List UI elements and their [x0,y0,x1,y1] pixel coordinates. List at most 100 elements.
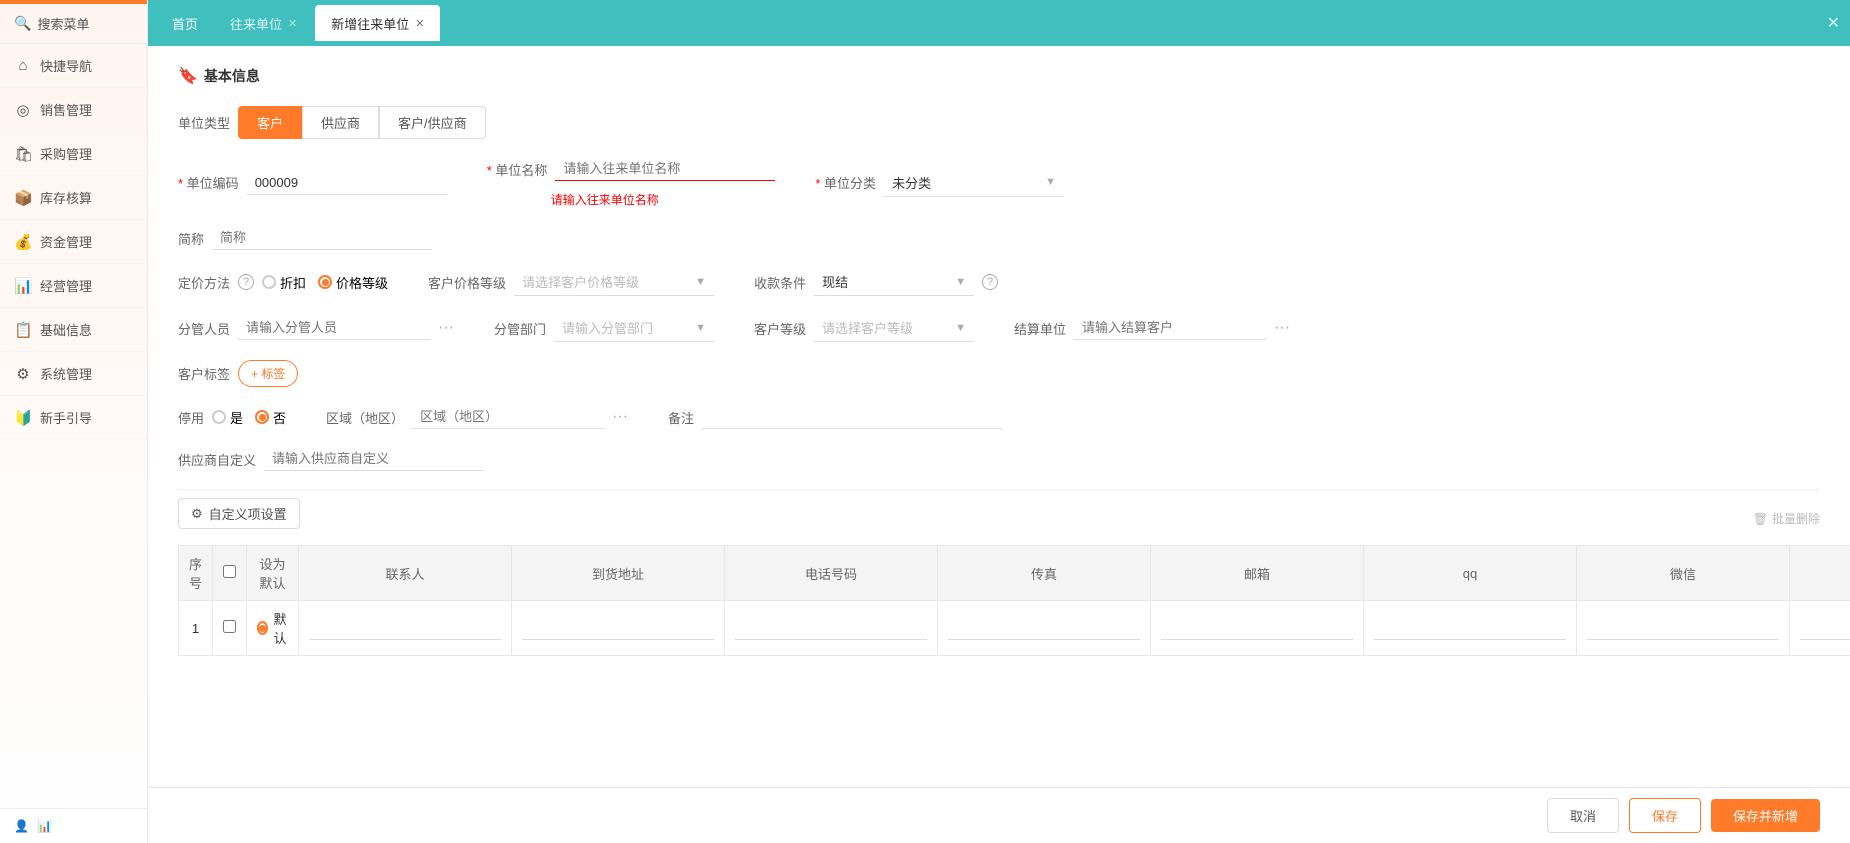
unit-code-input[interactable] [247,171,447,195]
settlement-unit-input[interactable] [1074,316,1266,340]
save-button[interactable]: 保存 [1629,798,1701,833]
manager-row: 分管人员 ··· 分管部门 请输入分管部门 ▼ 客户等级 请选择客户等级 ▼ 结… [178,314,1820,342]
tab-contacts-close[interactable]: ✕ [288,17,297,30]
default-radio-label: 默认 [272,609,288,647]
cell-qq[interactable] [1364,601,1577,656]
short-name-label: 简称 [178,229,204,248]
department-select[interactable]: 请输入分管部门 ▼ [554,314,714,342]
manager-more-btn[interactable]: ··· [438,319,454,337]
sidebar-item-inventory[interactable]: 📦 库存核算 [0,176,147,220]
cell-fax[interactable] [938,601,1151,656]
cell-default: 默认 [247,601,299,656]
radio-discount[interactable]: 折扣 [262,273,306,292]
cell-address[interactable] [512,601,725,656]
payment-terms-item: 收款条件 现结 ▼ ? [754,268,998,296]
wechat-input[interactable] [1587,616,1779,640]
manager-input[interactable] [238,316,430,340]
cell-email[interactable] [1151,601,1364,656]
phone-input[interactable] [735,616,927,640]
tab-new-contact-label: 新增往来单位 [331,14,409,33]
sidebar-label-inventory: 库存核算 [40,188,92,207]
pricing-help-icon[interactable]: ? [238,274,254,290]
sidebar-item-finance[interactable]: 💰 资金管理 [0,220,147,264]
region-input[interactable] [412,405,604,429]
finance-icon: 💰 [14,233,32,251]
th-wechat: 微信 [1577,546,1790,601]
unit-btn-supplier[interactable]: 供应商 [302,106,379,139]
supplier-custom-input[interactable] [264,447,484,471]
cell-contact[interactable] [299,601,512,656]
unit-btn-both[interactable]: 客户/供应商 [379,106,486,139]
customer-price-level-label: 客户价格等级 [428,273,506,292]
short-name-item: 简称 [178,226,432,250]
batch-delete-label: 批量删除 [1772,510,1820,527]
cell-wechat[interactable] [1577,601,1790,656]
fax-input[interactable] [948,616,1140,640]
tab-new-contact[interactable]: 新增往来单位 ✕ [315,5,440,41]
customer-price-level-placeholder: 请选择客户价格等级 [522,272,639,291]
sidebar-item-quick-nav[interactable]: ⌂ 快捷导航 [0,44,147,88]
sidebar-label-quick-nav: 快捷导航 [40,56,92,75]
sidebar-item-newbie[interactable]: 🔰 新手引导 [0,396,147,440]
default-radio-circle [257,621,268,635]
contact-input[interactable] [309,616,501,640]
save-new-button[interactable]: 保存并新增 [1711,799,1820,832]
address-input[interactable] [522,616,714,640]
tab-bar-close[interactable]: ✕ [1827,13,1840,33]
sidebar-item-system[interactable]: ⚙ 系统管理 [0,352,147,396]
cell-phone[interactable] [725,601,938,656]
sidebar-item-operations[interactable]: 📊 经营管理 [0,264,147,308]
th-no: 序号 [179,546,213,601]
sidebar-label-finance: 资金管理 [40,232,92,251]
sidebar-bottom: 👤 📊 [0,808,147,843]
tab-home[interactable]: 首页 [158,14,212,33]
unit-btn-customer[interactable]: 客户 [238,106,302,139]
unit-category-label: 单位分类 [815,173,876,192]
th-checkbox[interactable] [223,565,236,578]
region-more-btn[interactable]: ··· [612,408,628,426]
sidebar-label-basic: 基础信息 [40,320,92,339]
th-check [213,546,247,601]
section-basic-info: 🔖 基本信息 [178,66,1820,86]
radio-no[interactable]: 否 [255,408,286,427]
sidebar-items: ⌂ 快捷导航 ◎ 销售管理 🛍 采购管理 📦 库存核算 💰 资金管理 📊 经营管… [0,44,147,440]
row-checkbox[interactable] [223,620,236,633]
bottom-bar: 取消 保存 保存并新增 [148,787,1850,843]
payment-terms-help-icon[interactable]: ? [982,274,998,290]
default-radio[interactable]: 默认 [257,609,288,647]
short-name-input[interactable] [212,226,432,250]
region-cell-input[interactable] [1800,616,1850,640]
add-tag-button[interactable]: + 标签 [238,360,298,387]
batch-delete-btn[interactable]: 🗑 批量删除 [1753,510,1820,527]
settlement-unit-more-btn[interactable]: ··· [1274,319,1290,337]
payment-terms-select[interactable]: 现结 ▼ [814,268,974,296]
cell-region[interactable] [1790,601,1850,656]
customer-price-level-select[interactable]: 请选择客户价格等级 ▼ [514,268,714,296]
sidebar-item-basic[interactable]: 📋 基础信息 [0,308,147,352]
content-area: 🔖 基本信息 单位类型 客户 供应商 客户/供应商 单位编码 单位名 [148,46,1850,787]
unit-name-input[interactable] [555,157,775,181]
tab-new-contact-close[interactable]: ✕ [415,17,424,30]
radio-yes[interactable]: 是 [212,408,243,427]
customer-level-select[interactable]: 请选择客户等级 ▼ [814,314,974,342]
qq-input[interactable] [1374,616,1566,640]
section-title-label: 基本信息 [204,66,260,86]
unit-type-item: 单位类型 客户 供应商 客户/供应商 [178,106,486,139]
sidebar-item-purchase[interactable]: 🛍 采购管理 [0,132,147,176]
email-input[interactable] [1161,616,1353,640]
custom-settings-button[interactable]: ⚙ 自定义项设置 [178,498,300,529]
operations-icon: 📊 [14,277,32,295]
sidebar-item-sales[interactable]: ◎ 销售管理 [0,88,147,132]
customer-tag-row: 客户标签 + 标签 [178,360,1820,387]
cancel-button[interactable]: 取消 [1547,798,1619,833]
radio-price-level[interactable]: 价格等级 [318,273,388,292]
remark-label: 备注 [668,408,694,427]
remark-input[interactable] [702,405,1002,429]
pricing-item: 定价方法 ? 折扣 价格等级 [178,273,388,292]
table-row: 1 默认 [179,601,1850,656]
sidebar-label-purchase: 采购管理 [40,144,92,163]
sidebar-search[interactable]: 🔍 搜索菜单 [0,4,147,44]
unit-category-select[interactable]: 未分类 ▼ [884,169,1064,197]
unit-category-chevron: ▼ [1045,176,1056,188]
tab-contacts[interactable]: 往来单位 ✕ [214,5,313,41]
